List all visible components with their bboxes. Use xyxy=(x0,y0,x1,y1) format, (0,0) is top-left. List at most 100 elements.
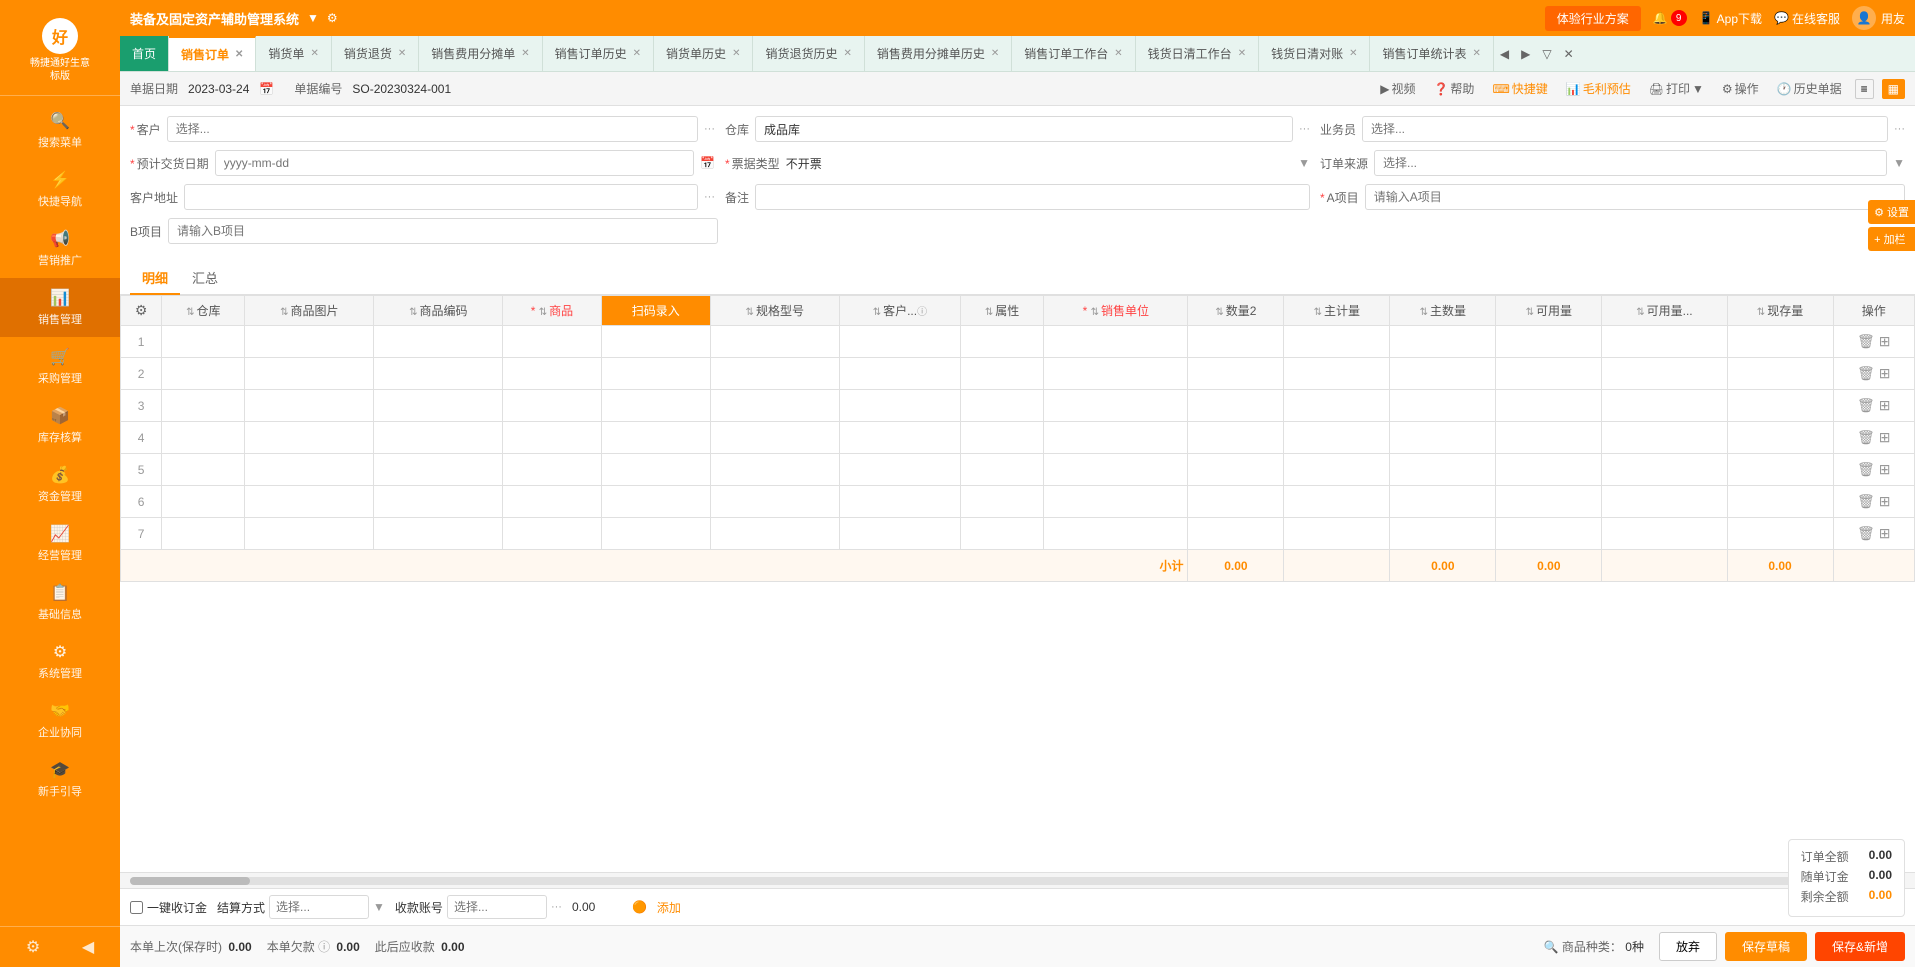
cell-1-action[interactable]: 🗑 ⊞ xyxy=(1833,326,1914,358)
cell-3-main_qty[interactable] xyxy=(1390,390,1496,422)
cell-6-customer_order[interactable] xyxy=(839,486,960,518)
sidebar-item-2[interactable]: 📢营销推广 xyxy=(0,219,120,278)
table-settings-icon[interactable]: ⚙ xyxy=(135,302,148,318)
delete-row-btn[interactable]: 🗑 xyxy=(1857,397,1875,414)
collapse-icon[interactable]: ◀ xyxy=(82,937,94,957)
invoice-dropdown-icon[interactable]: ▼ xyxy=(1298,156,1310,170)
cell-6-settings[interactable]: 6 xyxy=(121,486,162,518)
tab-close-7[interactable]: ✕ xyxy=(843,48,851,59)
cell-1-property[interactable] xyxy=(961,326,1044,358)
warehouse-more-icon[interactable]: ··· xyxy=(1299,123,1310,135)
payment-dropdown-icon[interactable]: ▼ xyxy=(373,900,385,914)
cell-2-scan[interactable] xyxy=(601,358,710,390)
tab-close-3[interactable]: ✕ xyxy=(398,48,406,59)
cell-7-main_qty[interactable] xyxy=(1390,518,1496,550)
warehouse-input[interactable] xyxy=(755,116,1293,142)
date-picker-icon[interactable]: 📅 xyxy=(259,82,274,96)
cell-2-product_code[interactable] xyxy=(374,358,503,390)
cell-7-available[interactable] xyxy=(1496,518,1602,550)
cell-1-product[interactable] xyxy=(503,326,601,358)
cell-6-main_qty[interactable] xyxy=(1390,486,1496,518)
cell-5-product_code[interactable] xyxy=(374,454,503,486)
tab-close-12[interactable]: ✕ xyxy=(1473,48,1481,59)
cell-5-settings[interactable]: 5 xyxy=(121,454,162,486)
col-header-settings[interactable]: ⚙ xyxy=(121,296,162,326)
cell-6-property[interactable] xyxy=(961,486,1044,518)
customer-input[interactable] xyxy=(167,116,698,142)
settings-icon[interactable]: ⚙ xyxy=(26,937,40,957)
cell-2-action[interactable]: 🗑 ⊞ xyxy=(1833,358,1914,390)
tab-close-8[interactable]: ✕ xyxy=(991,48,999,59)
cell-6-current_stock[interactable] xyxy=(1727,486,1833,518)
cell-7-warehouse[interactable] xyxy=(162,518,245,550)
cell-4-main_qty[interactable] xyxy=(1390,422,1496,454)
cell-3-main_unit[interactable] xyxy=(1284,390,1390,422)
copy-row-btn[interactable]: ⊞ xyxy=(1879,333,1891,350)
cell-6-spec[interactable] xyxy=(710,486,839,518)
history-button[interactable]: 🕐 历史单据 xyxy=(1772,78,1847,99)
cell-2-available[interactable] xyxy=(1496,358,1602,390)
tab-close-9[interactable]: ✕ xyxy=(1114,48,1122,59)
print-button[interactable]: 🖨 打印 ▼ xyxy=(1644,78,1709,99)
cell-5-qty2[interactable] xyxy=(1188,454,1284,486)
add-button[interactable]: 添加 xyxy=(657,899,681,916)
detail-tab-0[interactable]: 明细 xyxy=(130,262,180,295)
cell-7-customer_order[interactable] xyxy=(839,518,960,550)
cell-2-customer_order[interactable] xyxy=(839,358,960,390)
tab-close-6[interactable]: ✕ xyxy=(732,48,740,59)
a-project-input[interactable] xyxy=(1365,184,1905,210)
cell-7-sales_unit[interactable] xyxy=(1044,518,1188,550)
shortcut-button[interactable]: ⌨ 快捷键 xyxy=(1487,78,1552,99)
delete-row-btn[interactable]: 🗑 xyxy=(1857,493,1875,510)
sidebar-item-8[interactable]: 📋基础信息 xyxy=(0,573,120,632)
copy-row-btn[interactable]: ⊞ xyxy=(1879,397,1891,414)
tab-prev-button[interactable]: ◀ xyxy=(1494,36,1515,71)
save-new-button[interactable]: 保存&新增 xyxy=(1815,932,1905,961)
cell-1-product_img[interactable] xyxy=(245,326,374,358)
tab-next-button[interactable]: ▶ xyxy=(1515,36,1536,71)
app-download-button[interactable]: 📱 App下载 xyxy=(1699,10,1762,27)
payment-method-input[interactable] xyxy=(269,895,369,919)
cell-3-available2[interactable] xyxy=(1602,390,1727,422)
discard-button[interactable]: 放弃 xyxy=(1659,932,1717,961)
cell-7-qty2[interactable] xyxy=(1188,518,1284,550)
cell-6-qty2[interactable] xyxy=(1188,486,1284,518)
cell-1-warehouse[interactable] xyxy=(162,326,245,358)
cell-7-spec[interactable] xyxy=(710,518,839,550)
detail-tab-1[interactable]: 汇总 xyxy=(180,262,230,295)
cell-5-available[interactable] xyxy=(1496,454,1602,486)
account-more-icon[interactable]: ··· xyxy=(551,901,562,913)
cell-3-action[interactable]: 🗑 ⊞ xyxy=(1833,390,1914,422)
tab-3[interactable]: 销货退货✕ xyxy=(332,36,419,71)
tab-close-2[interactable]: ✕ xyxy=(310,48,318,59)
cell-3-spec[interactable] xyxy=(710,390,839,422)
tab-8[interactable]: 销售费用分摊单历史✕ xyxy=(865,36,1012,71)
cell-1-available2[interactable] xyxy=(1602,326,1727,358)
cell-7-available2[interactable] xyxy=(1602,518,1727,550)
cell-5-scan[interactable] xyxy=(601,454,710,486)
tab-close-all-button[interactable]: ✕ xyxy=(1558,36,1580,71)
cell-7-settings[interactable]: 7 xyxy=(121,518,162,550)
sidebar-item-6[interactable]: 💰资金管理 xyxy=(0,455,120,514)
cell-7-product[interactable] xyxy=(503,518,601,550)
tab-close-1[interactable]: ✕ xyxy=(235,49,243,60)
cell-5-spec[interactable] xyxy=(710,454,839,486)
cell-4-warehouse[interactable] xyxy=(162,422,245,454)
cell-4-qty2[interactable] xyxy=(1188,422,1284,454)
cell-6-product_code[interactable] xyxy=(374,486,503,518)
cell-6-main_unit[interactable] xyxy=(1284,486,1390,518)
tab-9[interactable]: 销售订单工作台✕ xyxy=(1012,36,1135,71)
cell-4-main_unit[interactable] xyxy=(1284,422,1390,454)
profit-button[interactable]: 📊 毛利预估 xyxy=(1561,78,1636,99)
help-button[interactable]: ❓ 帮助 xyxy=(1428,78,1479,99)
scroll-bar-area[interactable] xyxy=(120,872,1915,888)
cell-6-scan[interactable] xyxy=(601,486,710,518)
cell-5-main_unit[interactable] xyxy=(1284,454,1390,486)
scroll-thumb[interactable] xyxy=(130,877,250,885)
cell-2-warehouse[interactable] xyxy=(162,358,245,390)
cell-4-property[interactable] xyxy=(961,422,1044,454)
cell-3-customer_order[interactable] xyxy=(839,390,960,422)
delete-row-btn[interactable]: 🗑 xyxy=(1857,429,1875,446)
cell-5-sales_unit[interactable] xyxy=(1044,454,1188,486)
copy-row-btn[interactable]: ⊞ xyxy=(1879,461,1891,478)
